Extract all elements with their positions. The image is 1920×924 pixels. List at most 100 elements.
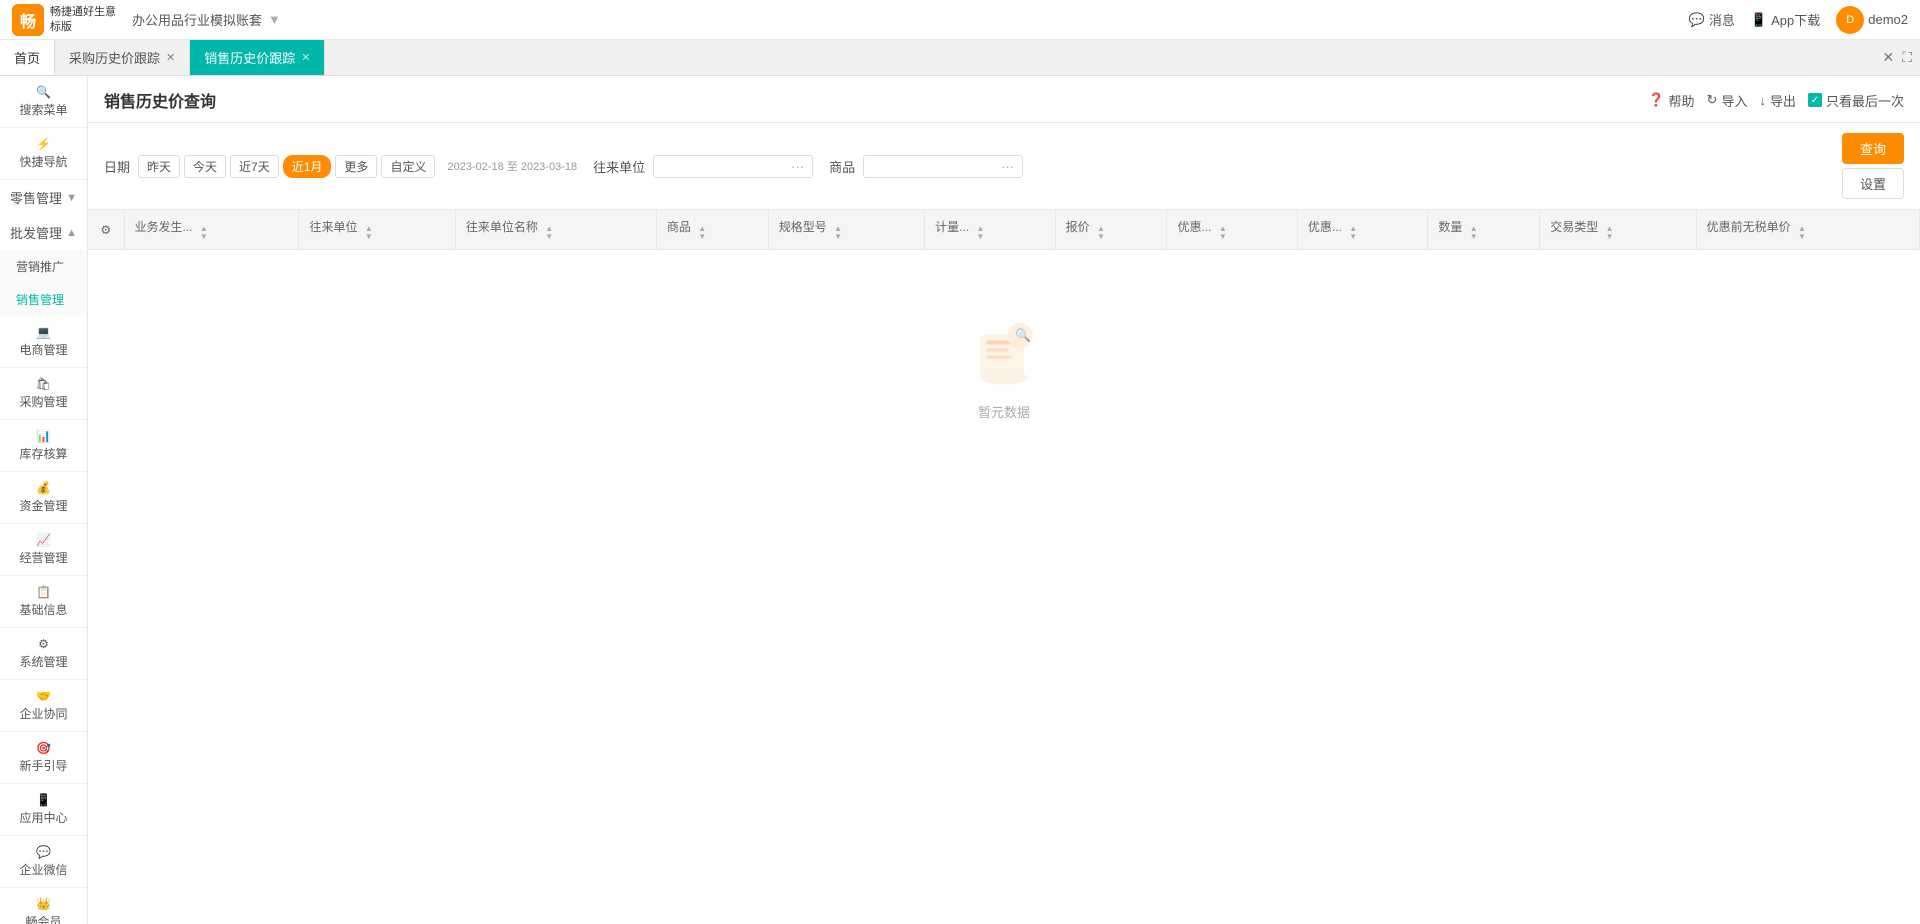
- partner-dots: ···: [791, 159, 804, 174]
- empty-icon: 🔍: [964, 310, 1044, 390]
- sort-discount1: ▲▼: [1219, 225, 1227, 241]
- sidebar-item-new-guide[interactable]: 🎯 新手引导: [0, 732, 87, 784]
- main-layout: 🔍 搜索菜单 ⚡ 快捷导航 零售管理 ▼ 批发管理 ▲ 营销推广 销售管理 💻 …: [0, 76, 1920, 924]
- svg-text:🔍: 🔍: [1015, 327, 1031, 343]
- sort-spec: ▲▼: [834, 225, 842, 241]
- ecommerce-icon: 💻: [36, 325, 51, 339]
- app-title: 办公用品行业模拟账套 ▼: [132, 10, 1681, 29]
- settings-button[interactable]: 设置: [1842, 168, 1904, 199]
- import-btn[interactable]: ↻ 导入: [1707, 91, 1748, 110]
- product-input[interactable]: ···: [863, 155, 1023, 178]
- tab-purchase-history[interactable]: 采购历史价跟踪 ✕: [55, 40, 190, 75]
- tabbar-spacer: [325, 40, 1874, 75]
- th-partner-name[interactable]: 往来单位名称 ▲▼: [455, 210, 656, 250]
- sidebar-item-retail-mgmt[interactable]: 零售管理 ▼: [0, 180, 87, 215]
- tab-sales-close[interactable]: ✕: [301, 51, 310, 64]
- sidebar-item-member[interactable]: 👑 畅会员: [0, 888, 87, 924]
- th-trade-type[interactable]: 交易类型 ▲▼: [1540, 210, 1696, 250]
- sidebar-item-finance[interactable]: 💰 资金管理: [0, 472, 87, 524]
- wholesale-chevron-icon: ▲: [66, 227, 77, 239]
- help-btn[interactable]: ❓ 帮助: [1648, 91, 1694, 110]
- ops-icon: 📈: [36, 533, 51, 547]
- th-spec[interactable]: 规格型号 ▲▼: [768, 210, 924, 250]
- date-buttons: 昨天 今天 近7天 近1月 更多 自定义: [138, 155, 435, 178]
- download-icon: 📱: [1751, 12, 1767, 28]
- export-btn[interactable]: ↓ 导出: [1759, 91, 1796, 110]
- dropdown-icon[interactable]: ▼: [268, 12, 281, 27]
- date-range-text: 2023-02-18 至 2023-03-18: [447, 158, 577, 174]
- th-partner-code[interactable]: 往来单位 ▲▼: [299, 210, 455, 250]
- tab-purchase-close[interactable]: ✕: [166, 51, 175, 64]
- sidebar-item-basic-info[interactable]: 📋 基础信息: [0, 576, 87, 628]
- member-icon: 👑: [36, 897, 51, 911]
- sys-mgmt-icon: ⚙: [38, 637, 49, 651]
- basic-info-icon: 📋: [36, 585, 51, 599]
- table-container: ⚙ 业务发生... ▲▼ 往来单位 ▲▼ 往来单位名称 ▲▼: [88, 210, 1920, 924]
- sort-qty: ▲▼: [1470, 225, 1478, 241]
- maximize-icon[interactable]: ⛶: [1902, 49, 1912, 66]
- sort-partner-name: ▲▼: [545, 225, 553, 241]
- tab-home[interactable]: 首页: [0, 40, 55, 75]
- sort-quote: ▲▼: [1097, 225, 1105, 241]
- sidebar-item-ops[interactable]: 📈 经营管理: [0, 524, 87, 576]
- th-unit[interactable]: 计量... ▲▼: [925, 210, 1055, 250]
- sidebar-item-enterprise-wechat[interactable]: 💬 企业微信: [0, 836, 87, 888]
- th-discount1[interactable]: 优惠... ▲▼: [1167, 210, 1297, 250]
- sort-biz-date: ▲▼: [200, 225, 208, 241]
- date-btn-7days[interactable]: 近7天: [230, 155, 279, 178]
- sidebar-item-wholesale-mgmt[interactable]: 批发管理 ▲: [0, 215, 87, 250]
- tab-sales-history[interactable]: 销售历史价跟踪 ✕: [190, 40, 325, 75]
- search-menu-icon: 🔍: [36, 85, 51, 99]
- page-title-row: 销售历史价查询 ❓ 帮助 ↻ 导入 ↓ 导出 ✓: [104, 88, 1904, 112]
- enterprise-collab-icon: 🤝: [36, 689, 51, 703]
- th-product[interactable]: 商品 ▲▼: [656, 210, 768, 250]
- th-qty[interactable]: 数量 ▲▼: [1428, 210, 1540, 250]
- sidebar-item-ecommerce[interactable]: 💻 电商管理: [0, 316, 87, 368]
- th-quote[interactable]: 报价 ▲▼: [1055, 210, 1167, 250]
- sidebar-item-purchase[interactable]: 🛍 采购管理: [0, 368, 87, 420]
- message-btn[interactable]: 💬 消息: [1689, 10, 1735, 29]
- sidebar-item-enterprise-collab[interactable]: 🤝 企业协同: [0, 680, 87, 732]
- tab-purchase-label: 采购历史价跟踪: [69, 48, 160, 67]
- tab-sales-label: 销售历史价跟踪: [204, 48, 295, 67]
- date-btn-custom[interactable]: 自定义: [381, 155, 435, 178]
- partner-input[interactable]: ···: [653, 155, 813, 178]
- th-discount2[interactable]: 优惠... ▲▼: [1297, 210, 1427, 250]
- export-icon: ↓: [1759, 93, 1766, 108]
- data-table: ⚙ 业务发生... ▲▼ 往来单位 ▲▼ 往来单位名称 ▲▼: [88, 210, 1920, 250]
- date-btn-1month[interactable]: 近1月: [283, 155, 332, 178]
- table-header-row: ⚙ 业务发生... ▲▼ 往来单位 ▲▼ 往来单位名称 ▲▼: [88, 210, 1920, 250]
- sidebar-item-app-center[interactable]: 📱 应用中心: [0, 784, 87, 836]
- th-gear[interactable]: ⚙: [88, 210, 124, 250]
- sidebar-item-search-menu[interactable]: 🔍 搜索菜单: [0, 76, 87, 128]
- sidebar-item-inventory[interactable]: 📊 库存核算: [0, 420, 87, 472]
- topbar-actions: 💬 消息 📱 App下载 D demo2: [1689, 6, 1908, 34]
- avatar: D: [1836, 6, 1864, 34]
- only-last-checkbox[interactable]: ✓ 只看最后一次: [1808, 91, 1904, 110]
- logo-text: 畅捷通好生意 标版: [50, 5, 116, 34]
- close-tab-icon[interactable]: ✕: [1882, 49, 1894, 66]
- user-profile[interactable]: D demo2: [1836, 6, 1908, 34]
- retail-chevron-icon: ▼: [66, 192, 77, 204]
- sidebar-item-marketing[interactable]: 营销推广: [0, 250, 87, 283]
- sidebar-item-quick-nav[interactable]: ⚡ 快捷导航: [0, 128, 87, 180]
- import-icon: ↻: [1707, 92, 1718, 108]
- tab-home-label: 首页: [14, 48, 40, 67]
- th-pre-tax-price[interactable]: 优惠前无税单价 ▲▼: [1696, 210, 1919, 250]
- topbar: 畅 畅捷通好生意 标版 办公用品行业模拟账套 ▼ 💬 消息 📱 App下载 D …: [0, 0, 1920, 40]
- logo-icon: 畅: [12, 4, 44, 36]
- logo: 畅 畅捷通好生意 标版: [12, 4, 116, 36]
- query-button[interactable]: 查询: [1842, 133, 1904, 164]
- sort-pre-tax-price: ▲▼: [1798, 225, 1806, 241]
- sort-partner-code: ▲▼: [365, 225, 373, 241]
- finance-icon: 💰: [36, 481, 51, 495]
- tabbar: 首页 采购历史价跟踪 ✕ 销售历史价跟踪 ✕ ✕ ⛶: [0, 40, 1920, 76]
- sidebar-item-sys-mgmt[interactable]: ⚙ 系统管理: [0, 628, 87, 680]
- date-btn-today[interactable]: 今天: [184, 155, 226, 178]
- th-biz-date[interactable]: 业务发生... ▲▼: [124, 210, 299, 250]
- date-btn-yesterday[interactable]: 昨天: [138, 155, 180, 178]
- sidebar-item-sales-mgmt[interactable]: 销售管理: [0, 283, 87, 316]
- app-download-btn[interactable]: 📱 App下载: [1751, 10, 1820, 29]
- empty-text: 暂元数据: [978, 402, 1030, 421]
- date-btn-more[interactable]: 更多: [335, 155, 377, 178]
